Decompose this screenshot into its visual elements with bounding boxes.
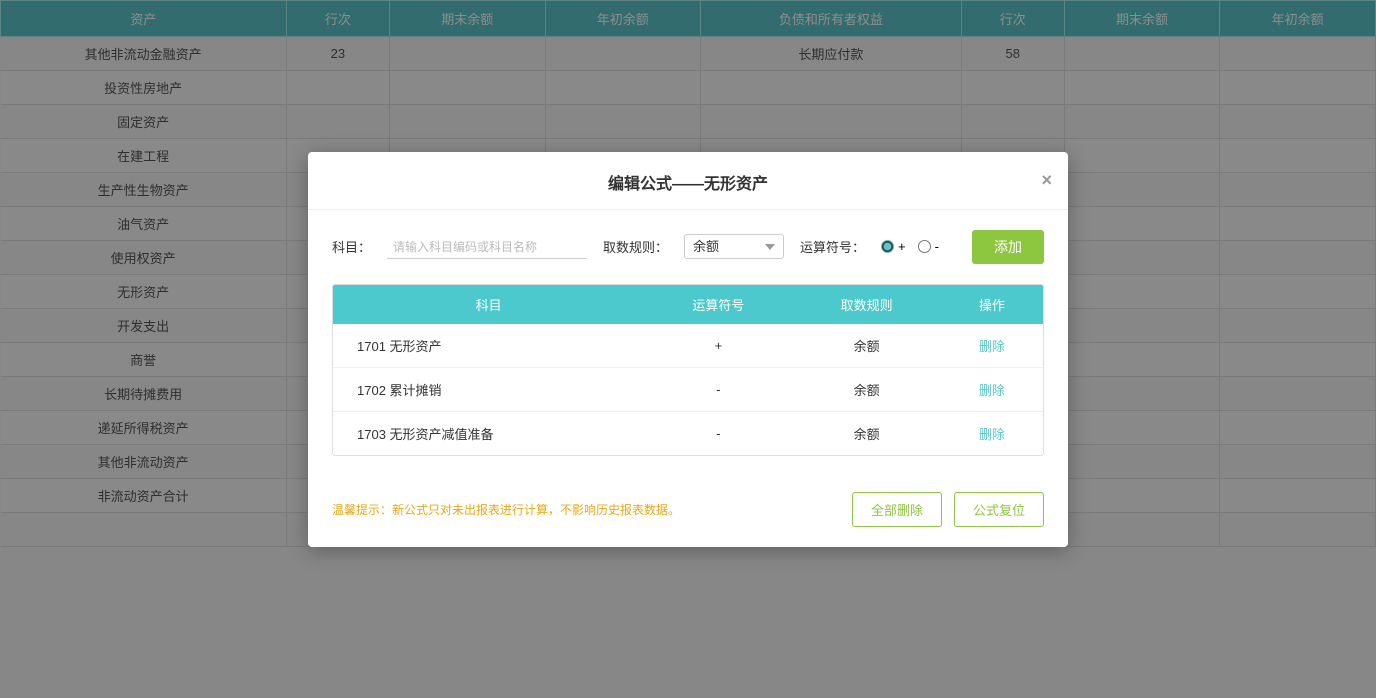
- col-subject: 科目: [333, 285, 644, 324]
- modal-body: 科目： 取数规则： 余额 借方发生额 贷方发生额 运算符号： +: [308, 210, 1068, 476]
- delete-row-button[interactable]: 删除: [979, 424, 1005, 443]
- delete-row-button[interactable]: 删除: [979, 336, 1005, 355]
- col-rule: 取数规则: [793, 285, 941, 324]
- modal-title: 编辑公式——无形资产: [608, 176, 768, 193]
- table-row: 1703 无形资产减值准备-余额 删除: [333, 411, 1043, 455]
- footer-buttons: 全部删除 公式复位: [852, 492, 1044, 527]
- cell-action: 删除: [941, 324, 1043, 368]
- modal-overlay: 编辑公式——无形资产 × 科目： 取数规则： 余额 借方发生额 贷方发生额 运算…: [0, 0, 1376, 698]
- table-row: 1702 累计摊销-余额 删除: [333, 367, 1043, 411]
- delete-row-button[interactable]: 删除: [979, 380, 1005, 399]
- subject-label: 科目：: [332, 237, 371, 256]
- cell-rule: 余额: [793, 411, 941, 455]
- delete-all-button[interactable]: 全部删除: [852, 492, 942, 527]
- operator-group: + -: [881, 239, 939, 254]
- cell-subject: 1703 无形资产减值准备: [333, 411, 644, 455]
- cell-subject: 1702 累计摊销: [333, 367, 644, 411]
- reset-button[interactable]: 公式复位: [954, 492, 1044, 527]
- operator-minus-radio[interactable]: -: [918, 239, 939, 254]
- footer-tip: 温馨提示：新公式只对未出报表进行计算，不影响历史报表数据。: [332, 501, 680, 518]
- modal-close-button[interactable]: ×: [1041, 171, 1052, 189]
- cell-action: 删除: [941, 411, 1043, 455]
- rule-select[interactable]: 余额 借方发生额 贷方发生额: [684, 234, 784, 259]
- operator-label: 运算符号：: [800, 237, 865, 256]
- operator-minus-label: -: [935, 239, 939, 254]
- modal-dialog: 编辑公式——无形资产 × 科目： 取数规则： 余额 借方发生额 贷方发生额 运算…: [308, 152, 1068, 547]
- col-operator: 运算符号: [644, 285, 792, 324]
- cell-rule: 余额: [793, 367, 941, 411]
- table-header-row: 科目 运算符号 取数规则 操作: [333, 285, 1043, 324]
- cell-action: 删除: [941, 367, 1043, 411]
- operator-plus-label: +: [898, 239, 906, 254]
- modal-header: 编辑公式——无形资产 ×: [308, 152, 1068, 210]
- rule-label: 取数规则：: [603, 237, 668, 256]
- rule-select-wrap: 余额 借方发生额 贷方发生额: [684, 234, 784, 259]
- cell-operator: -: [644, 411, 792, 455]
- formula-form: 科目： 取数规则： 余额 借方发生额 贷方发生额 运算符号： +: [332, 230, 1044, 264]
- cell-subject: 1701 无形资产: [333, 324, 644, 368]
- cell-operator: -: [644, 367, 792, 411]
- formula-table: 科目 运算符号 取数规则 操作 1701 无形资产+余额删除1702 累计摊销-…: [333, 285, 1043, 455]
- col-action: 操作: [941, 285, 1043, 324]
- add-button[interactable]: 添加: [972, 230, 1044, 264]
- modal-footer: 温馨提示：新公式只对未出报表进行计算，不影响历史报表数据。 全部删除 公式复位: [308, 476, 1068, 547]
- operator-plus-radio[interactable]: +: [881, 239, 906, 254]
- subject-input[interactable]: [387, 235, 587, 259]
- cell-operator: +: [644, 324, 792, 368]
- cell-rule: 余额: [793, 324, 941, 368]
- table-row: 1701 无形资产+余额 删除: [333, 324, 1043, 368]
- formula-table-wrap: 科目 运算符号 取数规则 操作 1701 无形资产+余额删除1702 累计摊销-…: [332, 284, 1044, 456]
